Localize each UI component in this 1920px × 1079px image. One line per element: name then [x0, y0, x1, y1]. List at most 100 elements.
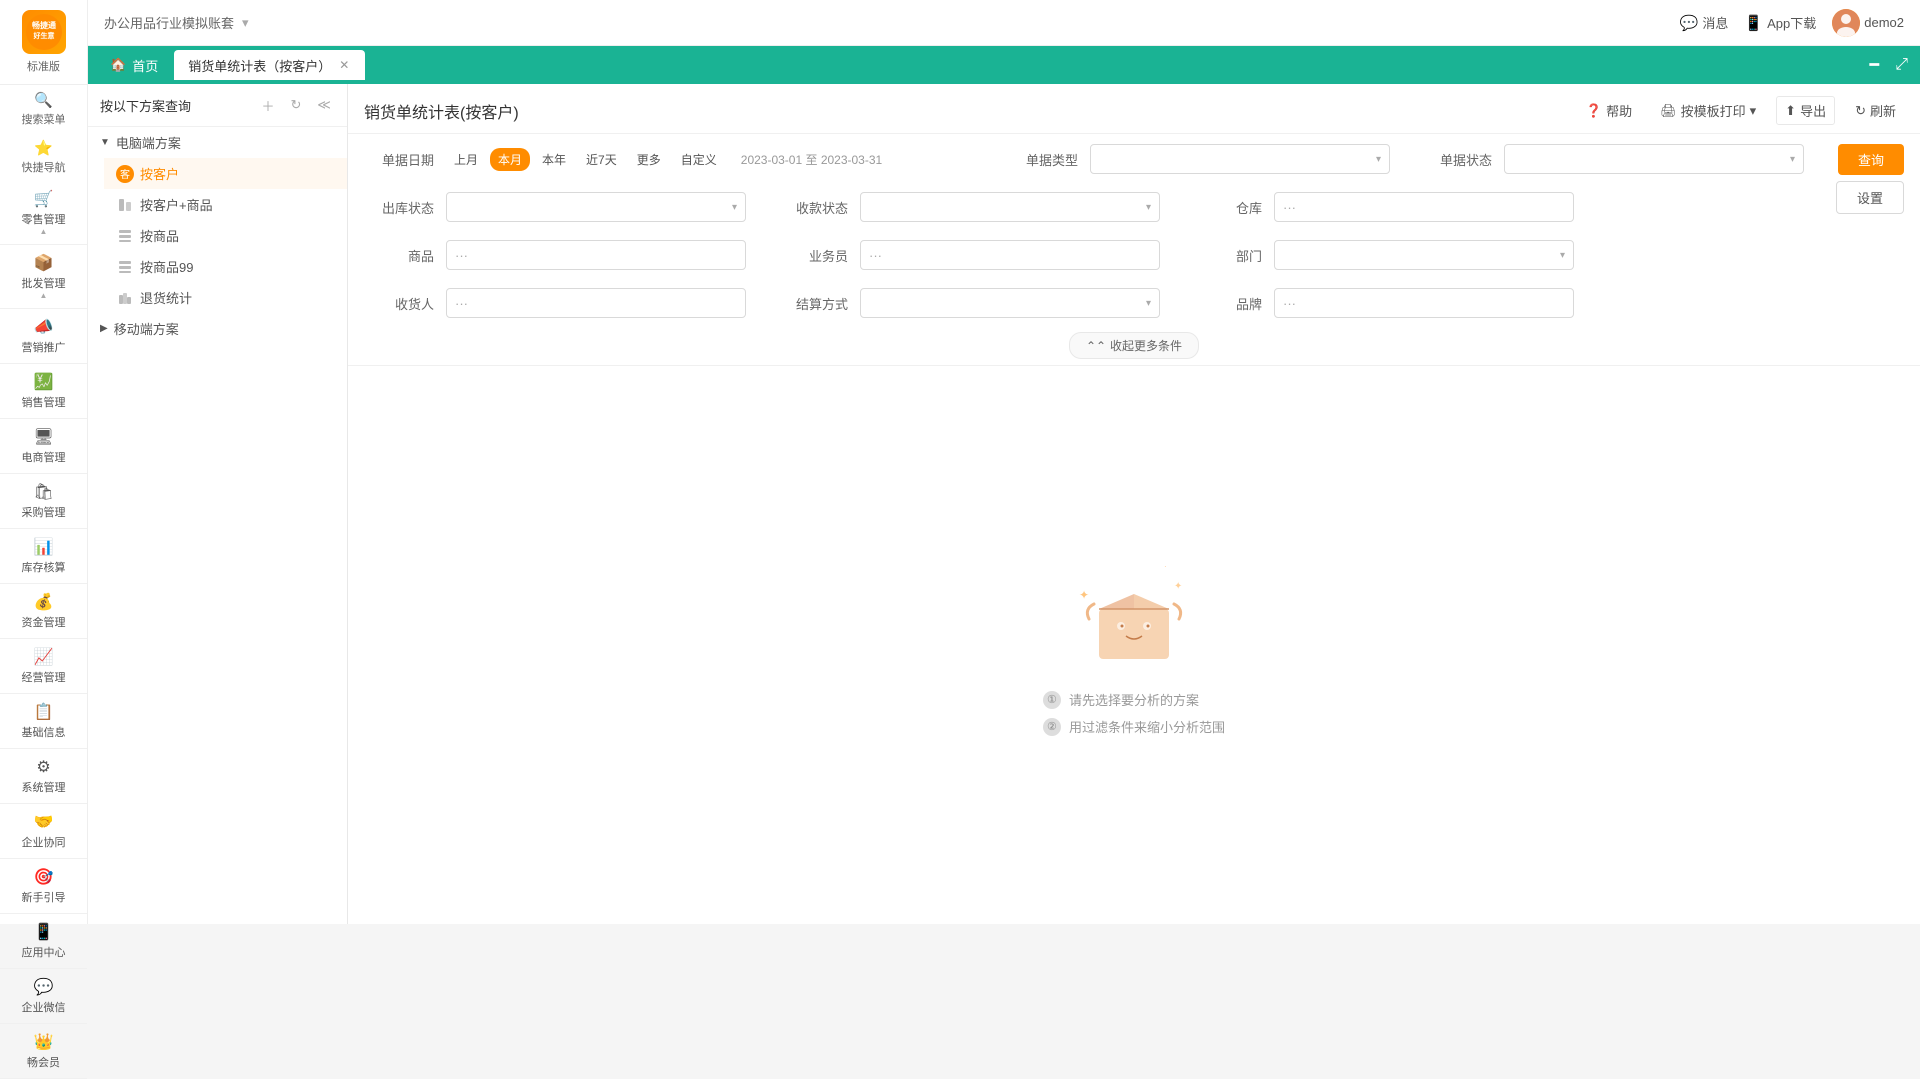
- collapse-icon: ≪: [317, 97, 331, 113]
- sidebar: 畅捷通 好生意 标准版 🔍 搜索菜单 ⭐ 快捷导航 🛒 零售管理 ▲ 📦 批发管…: [0, 0, 88, 924]
- add-scheme-btn[interactable]: ＋: [257, 94, 279, 116]
- date-tab-this-year[interactable]: 本年: [534, 148, 574, 171]
- sidebar-item-newbie[interactable]: 🎯 新手引导: [0, 859, 87, 914]
- settlement-select[interactable]: ▾: [860, 288, 1160, 318]
- sidebar-item-inventory[interactable]: 📊 库存核算: [0, 529, 87, 584]
- retail-label: 零售管理: [22, 211, 66, 227]
- warehouse-label: 仓库: [1192, 198, 1262, 217]
- sidebar-item-operations[interactable]: 📈 经营管理: [0, 639, 87, 694]
- help-btn[interactable]: ❓ 帮助: [1578, 97, 1640, 124]
- print-btn[interactable]: 🖨 按模板打印 ▾: [1652, 97, 1764, 124]
- sidebar-item-ecommerce[interactable]: 🖥 电商管理: [0, 419, 87, 474]
- refresh-btn[interactable]: ↻ 刷新: [1847, 97, 1904, 124]
- sidebar-logo: 畅捷通 好生意 标准版: [0, 0, 87, 85]
- sidebar-item-wholesale[interactable]: 📦 批发管理 ▲: [0, 245, 87, 309]
- sidebar-item-enterprise[interactable]: 🤝 企业协同: [0, 804, 87, 859]
- retail-icon: 🛒: [34, 189, 54, 209]
- goods-select[interactable]: ···: [446, 240, 746, 270]
- out-status-select[interactable]: ▾: [446, 192, 746, 222]
- user-profile-btn[interactable]: demo2: [1832, 9, 1904, 37]
- sidebar-quicknav-label: 快捷导航: [22, 159, 66, 175]
- date-tab-last-month[interactable]: 上月: [446, 148, 486, 171]
- warehouse-select[interactable]: ···: [1274, 192, 1574, 222]
- tab-minimize-icon[interactable]: ━: [1866, 51, 1884, 79]
- messages-label: 消息: [1702, 13, 1728, 32]
- page-header-actions: ❓ 帮助 🖨 按模板打印 ▾ ⬆ 导出 ↻ 刷新: [1578, 96, 1904, 125]
- tree-group-mobile-header[interactable]: ▶ 移动端方案: [88, 313, 347, 344]
- sidebar-item-purchase[interactable]: 🛍 采购管理: [0, 474, 87, 529]
- date-tab-custom[interactable]: 自定义: [673, 148, 725, 171]
- tree-item-by-customer[interactable]: 客 按客户: [104, 158, 347, 189]
- sidebar-item-finance[interactable]: 💰 资金管理: [0, 584, 87, 639]
- ent-wechat-label: 企业微信: [22, 999, 66, 1015]
- tab-home-label: 首页: [132, 56, 158, 75]
- system-label: 系统管理: [22, 779, 66, 795]
- app-download-btn[interactable]: 📱 App下载: [1744, 13, 1816, 32]
- help-icon: ❓: [1586, 103, 1602, 119]
- order-status-arrow: ▾: [1790, 154, 1795, 165]
- receipt-status-select[interactable]: ▾: [860, 192, 1160, 222]
- filter-row-3: 商品 ··· 业务员 ··· 部门 ▾: [348, 232, 1820, 270]
- tree-item-by-goods[interactable]: 按商品: [104, 220, 347, 251]
- empty-hint-2: ② 用过滤条件来缩小分析范围: [1043, 717, 1225, 736]
- settings-btn[interactable]: 设置: [1836, 181, 1904, 214]
- sidebar-item-quicknav[interactable]: ⭐ 快捷导航: [0, 133, 87, 181]
- refresh-scheme-btn[interactable]: ↻: [285, 94, 307, 116]
- print-icon: 🖨: [1660, 103, 1677, 119]
- retail-arrow: ▲: [40, 227, 48, 236]
- sidebar-item-sales[interactable]: 💹 销售管理: [0, 364, 87, 419]
- home-icon: 🏠: [110, 57, 126, 73]
- sidebar-item-marketing[interactable]: 📣 营销推广: [0, 309, 87, 364]
- sidebar-item-system[interactable]: ⚙ 系统管理: [0, 749, 87, 804]
- settlement-label: 结算方式: [778, 294, 848, 313]
- tree-item-return-stat[interactable]: 退货统计: [104, 282, 347, 313]
- tree-group-desktop-header[interactable]: ▼ 电脑端方案: [88, 127, 347, 158]
- empty-illustration: ✦ ✦ ·: [1074, 554, 1194, 674]
- sidebar-item-basic[interactable]: 📋 基础信息: [0, 694, 87, 749]
- appcenter-icon: 📱: [34, 922, 54, 942]
- sidebar-item-retail[interactable]: 🛒 零售管理 ▲: [0, 181, 87, 245]
- date-tab-more[interactable]: 更多: [629, 148, 669, 171]
- newbie-icon: 🎯: [34, 867, 54, 887]
- tree-item-by-goods-99[interactable]: 按商品99: [104, 251, 347, 282]
- filter-row-2: 出库状态 ▾ 收款状态 ▾ 仓库 ···: [348, 184, 1820, 222]
- order-status-select[interactable]: ▾: [1504, 144, 1804, 174]
- sidebar-item-search[interactable]: 🔍 搜索菜单: [0, 85, 87, 133]
- operations-label: 经营管理: [22, 669, 66, 685]
- sidebar-item-vip[interactable]: 👑 畅会员: [0, 1024, 87, 1079]
- messages-btn[interactable]: 💬 消息: [1680, 13, 1729, 32]
- tab-maximize-icon[interactable]: ⤢: [1891, 52, 1912, 78]
- by-goods-icon: [116, 229, 134, 243]
- tab-close-icon[interactable]: ✕: [337, 56, 351, 74]
- order-type-select[interactable]: ▾: [1090, 144, 1390, 174]
- salesperson-select[interactable]: ···: [860, 240, 1160, 270]
- header-dropdown-icon[interactable]: ▾: [242, 15, 249, 31]
- collapse-panel-btn[interactable]: ≪: [313, 94, 335, 116]
- main-content: 办公用品行业模拟账套 ▾ 💬 消息 📱 App下载 de: [88, 0, 1920, 924]
- date-tab-7days[interactable]: 近7天: [578, 148, 625, 171]
- consignee-value: ···: [455, 296, 468, 311]
- salesperson-value: ···: [869, 248, 882, 263]
- action-buttons: 查询 设置: [1820, 134, 1920, 318]
- filter-row-1: 单据日期 上月 本月 本年 近7天 更多 自定义 2023-03-01 至 20…: [348, 134, 1820, 174]
- date-tab-this-month[interactable]: 本月: [490, 148, 530, 171]
- help-label: 帮助: [1606, 101, 1632, 120]
- empty-hint-1: ① 请先选择要分析的方案: [1043, 690, 1225, 709]
- out-status-arrow: ▾: [732, 202, 737, 213]
- department-select[interactable]: ▾: [1274, 240, 1574, 270]
- by-goods-99-label: 按商品99: [140, 257, 193, 276]
- consignee-select[interactable]: ···: [446, 288, 746, 318]
- order-status-label: 单据状态: [1422, 150, 1492, 169]
- ecommerce-icon: 🖥: [33, 427, 53, 447]
- export-btn[interactable]: ⬆ 导出: [1776, 96, 1835, 125]
- tab-sales-stat[interactable]: 销货单统计表（按客户） ✕: [174, 50, 365, 80]
- tab-home[interactable]: 🏠 首页: [96, 50, 172, 80]
- sidebar-item-appcenter[interactable]: 📱 应用中心: [0, 914, 87, 969]
- sidebar-item-ent-wechat[interactable]: 💬 企业微信: [0, 969, 87, 1024]
- query-btn[interactable]: 查询: [1838, 144, 1904, 175]
- brand-select[interactable]: ···: [1274, 288, 1574, 318]
- date-range-display: 2023-03-01 至 2023-03-31: [741, 151, 882, 168]
- enterprise-icon: 🤝: [34, 812, 54, 832]
- tree-item-by-customer-goods[interactable]: 按客户+商品: [104, 189, 347, 220]
- collapse-conditions-btn[interactable]: ⌃⌃ 收起更多条件: [1069, 332, 1199, 359]
